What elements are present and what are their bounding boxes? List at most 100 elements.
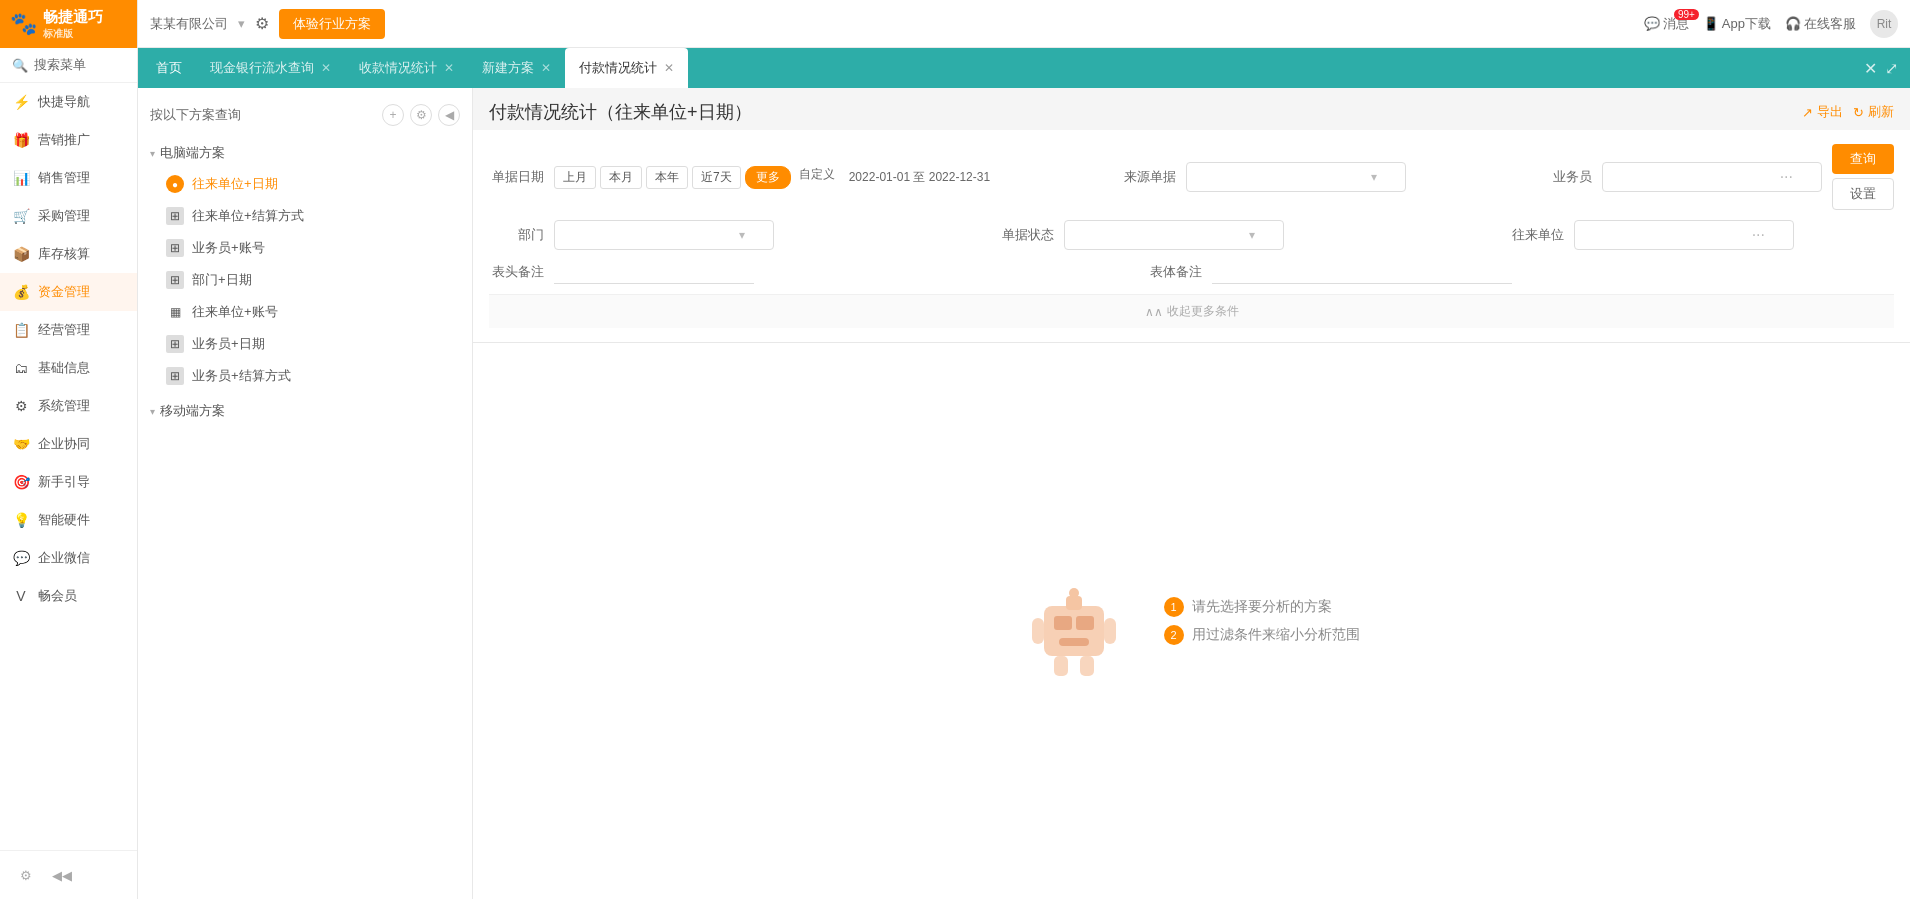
search-menu[interactable]: 🔍 搜索菜单 (0, 48, 137, 83)
doc-status-label: 单据状态 (999, 226, 1054, 244)
scheme-grid-icon: ⊞ (166, 335, 184, 353)
refresh-btn[interactable]: ↻ 刷新 (1853, 103, 1894, 121)
empty-tip-text-2: 用过滤条件来缩小分析范围 (1192, 626, 1360, 644)
filter-row-2: 部门 ▾ 单据状态 ▾ 往来单位 ··· (489, 220, 1894, 250)
tab-label-receipt-stat: 收款情况统计 (359, 59, 437, 77)
user-avatar[interactable]: Rit (1870, 10, 1898, 38)
date-btn-this-year[interactable]: 本年 (646, 166, 688, 189)
topbar-app-btn[interactable]: 📱 App下载 (1703, 15, 1771, 33)
query-btn[interactable]: 查询 (1832, 144, 1894, 174)
sidebar-item-marketing[interactable]: 🎁营销推广 (0, 121, 137, 159)
tabs-actions: ✕ ⤢ (1864, 59, 1906, 78)
doc-status-arrow: ▾ (1249, 228, 1255, 242)
service-label: 在线客服 (1804, 15, 1856, 33)
sidebar-item-member[interactable]: V畅会员 (0, 577, 137, 615)
sidebar-item-sales[interactable]: 📊销售管理 (0, 159, 137, 197)
dept-select[interactable]: ▾ (554, 220, 774, 250)
tab-receipt-stat[interactable]: 收款情况统计 ✕ (345, 48, 468, 88)
empty-tip-2: 2 用过滤条件来缩小分析范围 (1164, 625, 1360, 645)
trial-btn[interactable]: 体验行业方案 (279, 9, 385, 39)
sidebar-item-inventory[interactable]: 📦库存核算 (0, 235, 137, 273)
sidebar-item-hardware[interactable]: 💡智能硬件 (0, 501, 137, 539)
sidebar-item-purchase[interactable]: 🛒采购管理 (0, 197, 137, 235)
scheme-group-电脑端方案: ▾电脑端方案●往来单位+日期⊞往来单位+结算方式⊞业务员+账号⊞部门+日期▦往来… (138, 138, 472, 392)
scheme-item-业务员+账号[interactable]: ⊞业务员+账号 (138, 232, 472, 264)
date-btn-this-month[interactable]: 本月 (600, 166, 642, 189)
scheme-item-label: 业务员+日期 (192, 335, 265, 353)
doc-status-select[interactable]: ▾ (1064, 220, 1284, 250)
left-panel-actions: + ⚙ ◀ (382, 104, 460, 126)
scheme-item-业务员+日期[interactable]: ⊞ 业务员+日期 (138, 328, 472, 360)
tab-new-scheme[interactable]: 新建方案✕ (468, 48, 565, 88)
date-btn-7days[interactable]: 近7天 (692, 166, 741, 189)
tab-close-receipt-stat[interactable]: ✕ (444, 61, 454, 75)
tab-home[interactable]: 首页 (142, 48, 196, 88)
content-area: 按以下方案查询 + ⚙ ◀ ▾电脑端方案●往来单位+日期⊞往来单位+结算方式⊞业… (138, 88, 1910, 899)
topbar-right: 💬 消息 99+ 📱 App下载 🎧 在线客服 Rit (1644, 10, 1898, 38)
scheme-item-部门+日期[interactable]: ⊞部门+日期 (138, 264, 472, 296)
sidebar-item-basic[interactable]: 🗂基础信息 (0, 349, 137, 387)
svg-rect-0 (1044, 606, 1104, 656)
scheme-grid-icon: ⊞ (166, 271, 184, 289)
topbar-dropdown-icon[interactable]: ▾ (238, 16, 245, 31)
group-arrow: ▾ (150, 406, 155, 417)
scheme-group-title-移动端方案[interactable]: ▾移动端方案 (138, 396, 472, 426)
sidebar-item-guide[interactable]: 🎯新手引导 (0, 463, 137, 501)
date-btn-more[interactable]: 更多 (745, 166, 791, 189)
header-note-label: 表头备注 (489, 263, 544, 281)
date-quick-btns: 上月 本月 本年 近7天 更多 自定义 (554, 166, 835, 189)
scheme-item-label: 业务员+结算方式 (192, 367, 291, 385)
export-btn[interactable]: ↗ 导出 (1802, 103, 1843, 121)
sidebar-item-finance[interactable]: 💰资金管理 (0, 273, 137, 311)
sidebar-item-cooperation[interactable]: 🤝企业协同 (0, 425, 137, 463)
filter-area: 单据日期 上月 本月 本年 近7天 更多 自定义 2022-01-01 至 20… (473, 130, 1910, 343)
counterpart-select[interactable]: ··· (1574, 220, 1794, 250)
add-scheme-btn[interactable]: + (382, 104, 404, 126)
body-note-label: 表体备注 (1147, 263, 1202, 281)
salesman-dots[interactable]: ··· (1780, 168, 1793, 186)
search-menu-label: 搜索菜单 (34, 56, 86, 74)
close-all-btn[interactable]: ✕ (1864, 59, 1877, 78)
tab-payment-stat[interactable]: 付款情况统计 ✕ (565, 48, 688, 88)
scheme-collapse-btn[interactable]: ◀ (438, 104, 460, 126)
scheme-item-往来单位+账号[interactable]: ▦往来单位+账号 (138, 296, 472, 328)
sidebar-settings-btn[interactable]: ⚙ (12, 861, 40, 889)
tab-close-payment-stat[interactable]: ✕ (664, 61, 674, 75)
sidebar-item-system[interactable]: ⚙系统管理 (0, 387, 137, 425)
collapse-bar[interactable]: ∧∧ 收起更多条件 (489, 294, 1894, 328)
topbar-msg-btn[interactable]: 💬 消息 99+ (1644, 15, 1689, 33)
sidebar-item-quick-nav[interactable]: ⚡快捷导航 (0, 83, 137, 121)
expand-btn[interactable]: ⤢ (1885, 59, 1898, 78)
scheme-grid-icon: ⊞ (166, 207, 184, 225)
sidebar-label-system: 系统管理 (38, 397, 90, 415)
group-arrow: ▾ (150, 148, 155, 159)
left-panel: 按以下方案查询 + ⚙ ◀ ▾电脑端方案●往来单位+日期⊞往来单位+结算方式⊞业… (138, 88, 473, 899)
scheme-item-往来单位+结算方式[interactable]: ⊞往来单位+结算方式 (138, 200, 472, 232)
header-note-input[interactable] (554, 260, 754, 284)
filter-row-3: 表头备注 表体备注 (489, 260, 1894, 284)
sidebar-item-operation[interactable]: 📋经营管理 (0, 311, 137, 349)
tab-close-new-scheme[interactable]: ✕ (541, 61, 551, 75)
scheme-group-移动端方案: ▾移动端方案 (138, 396, 472, 426)
date-custom-btn[interactable]: 自定义 (799, 166, 835, 189)
filter-settings-btn[interactable]: 设置 (1832, 178, 1894, 210)
tab-label-payment-stat: 付款情况统计 (579, 59, 657, 77)
date-btn-last-month[interactable]: 上月 (554, 166, 596, 189)
sidebar-label-operation: 经营管理 (38, 321, 90, 339)
tab-bank-flow[interactable]: 现金银行流水查询✕ (196, 48, 345, 88)
sidebar-collapse-btn[interactable]: ◀◀ (48, 861, 76, 889)
topbar-settings-icon[interactable]: ⚙ (255, 14, 269, 33)
tab-close-bank-flow[interactable]: ✕ (321, 61, 331, 75)
scheme-settings-btn[interactable]: ⚙ (410, 104, 432, 126)
scheme-group-title-电脑端方案[interactable]: ▾电脑端方案 (138, 138, 472, 168)
source-select[interactable]: ▾ (1186, 162, 1406, 192)
counterpart-dots[interactable]: ··· (1752, 226, 1765, 244)
salesman-select[interactable]: ··· (1602, 162, 1822, 192)
body-note-input[interactable] (1212, 260, 1512, 284)
sidebar-icon-cooperation: 🤝 (12, 435, 30, 453)
app-icon: 📱 (1703, 16, 1719, 31)
scheme-item-往来单位+日期[interactable]: ●往来单位+日期 (138, 168, 472, 200)
sidebar-item-wechat[interactable]: 💬企业微信 (0, 539, 137, 577)
scheme-item-业务员+结算方式[interactable]: ⊞业务员+结算方式 (138, 360, 472, 392)
topbar-service-btn[interactable]: 🎧 在线客服 (1785, 15, 1856, 33)
